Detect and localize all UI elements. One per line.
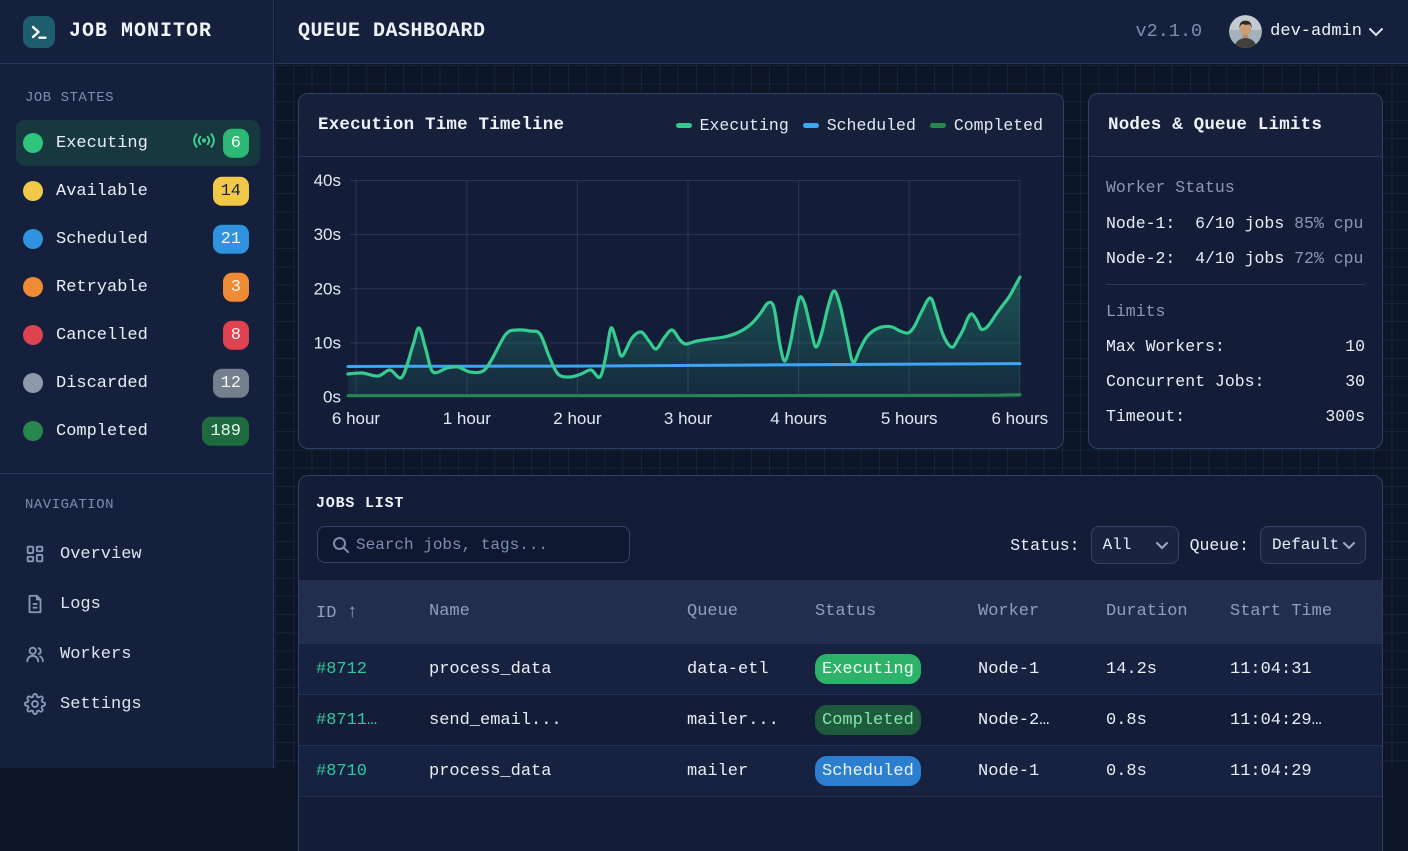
svg-text:4 hours: 4 hours <box>770 409 827 428</box>
svg-text:6 hours: 6 hours <box>991 409 1048 428</box>
svg-text:40s: 40s <box>314 171 341 190</box>
svg-text:6 hour: 6 hour <box>332 409 381 428</box>
svg-text:1 hour: 1 hour <box>443 409 492 428</box>
svg-text:5 hours: 5 hours <box>881 409 938 428</box>
svg-text:10s: 10s <box>314 333 341 352</box>
svg-text:30s: 30s <box>314 225 341 244</box>
svg-text:0s: 0s <box>323 388 341 407</box>
svg-text:3 hour: 3 hour <box>664 409 713 428</box>
svg-text:20s: 20s <box>314 279 341 298</box>
svg-text:2 hour: 2 hour <box>553 409 602 428</box>
